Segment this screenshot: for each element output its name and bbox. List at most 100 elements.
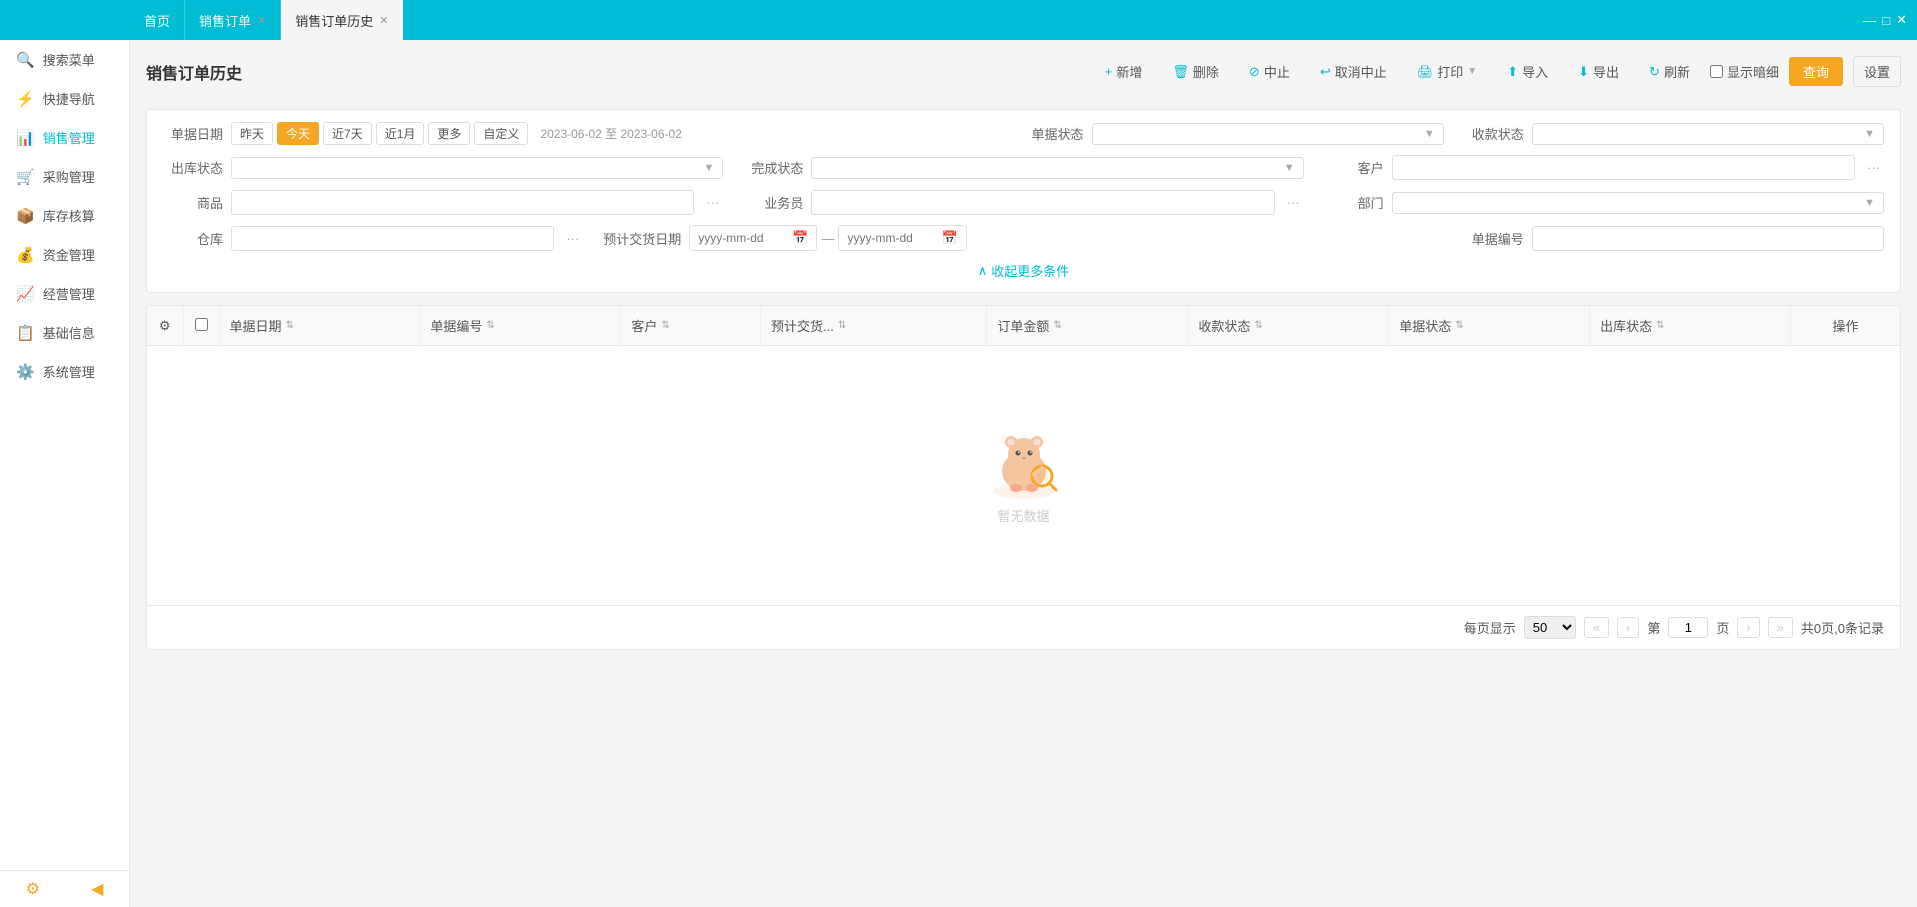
th-pay-status[interactable]: 收款状态 ⇅ xyxy=(1188,306,1389,346)
print-icon: 🖨 xyxy=(1417,64,1434,80)
delivery-date-group: 📅 — 📅 xyxy=(689,225,966,251)
order-status-label: 单据状态 xyxy=(1024,124,1084,143)
warehouse-input[interactable] xyxy=(231,226,554,251)
filter-area: 单据日期 昨天 今天 近7天 近1月 更多 自定义 2023-06-02 至 2… xyxy=(146,109,1901,293)
window-close-btn[interactable]: ✕ xyxy=(1896,12,1907,28)
delivery-date-to[interactable]: 📅 xyxy=(838,225,966,251)
last7-btn[interactable]: 近7天 xyxy=(323,122,372,145)
delete-button[interactable]: 🗑 删除 xyxy=(1162,57,1229,86)
sort-date-icon: ⇅ xyxy=(286,320,294,331)
delete-icon: 🗑 xyxy=(1172,64,1189,80)
quick-nav-icon: ⚡ xyxy=(16,90,35,108)
table-body: 暂无数据 xyxy=(147,346,1900,606)
filter-row-1: 单据日期 昨天 今天 近7天 近1月 更多 自定义 2023-06-02 至 2… xyxy=(163,122,1884,145)
sidebar-item-purchase[interactable]: 🛒 采购管理 xyxy=(0,157,129,196)
yesterday-btn[interactable]: 昨天 xyxy=(231,122,273,145)
collapse-btn[interactable]: ∧ 收起更多条件 xyxy=(163,261,1884,280)
sidebar-settings-btn[interactable]: ⚙ xyxy=(26,879,40,899)
order-number-input[interactable] xyxy=(1532,226,1884,251)
th-checkbox[interactable] xyxy=(183,306,219,346)
today-btn[interactable]: 今天 xyxy=(277,122,319,145)
more-btn[interactable]: 更多 xyxy=(428,122,470,145)
sidebar-item-operations[interactable]: 📈 经营管理 xyxy=(0,274,129,313)
settings-btn[interactable]: 设置 xyxy=(1853,56,1901,87)
sidebar-item-inventory[interactable]: 📦 库存核算 xyxy=(0,196,129,235)
last1m-btn[interactable]: 近1月 xyxy=(376,122,425,145)
delivery-label: 预计交货日期 xyxy=(603,229,681,248)
delivery-section: 预计交货日期 📅 — 📅 xyxy=(603,225,1444,251)
select-all-checkbox[interactable] xyxy=(195,318,208,331)
page-of-label: 页 xyxy=(1716,618,1729,637)
th-out-status[interactable]: 出库状态 ⇅ xyxy=(1590,306,1791,346)
th-number[interactable]: 单据编号 ⇅ xyxy=(420,306,621,346)
date-label: 单据日期 xyxy=(163,124,223,143)
delivery-date-from[interactable]: 📅 xyxy=(689,225,817,251)
salesperson-input[interactable] xyxy=(811,190,1274,215)
th-amount[interactable]: 订单金额 ⇅ xyxy=(987,306,1188,346)
import-button[interactable]: ⬆ 导入 xyxy=(1497,57,1558,86)
department-select[interactable]: ▼ xyxy=(1392,192,1884,214)
pay-status-select[interactable]: ▼ xyxy=(1532,123,1884,145)
sidebar-collapse-btn[interactable]: ◀ xyxy=(91,879,103,899)
last-page-btn[interactable]: » xyxy=(1768,617,1793,638)
goods-more-icon[interactable]: ··· xyxy=(702,195,723,210)
th-settings[interactable]: ⚙ xyxy=(147,306,183,346)
custom-btn[interactable]: 自定义 xyxy=(474,122,528,145)
out-status-section: 出库状态 ▼ xyxy=(163,157,723,179)
tab-home[interactable]: 首页 xyxy=(130,0,185,40)
th-delivery[interactable]: 预计交货... ⇅ xyxy=(761,306,987,346)
department-section: 部门 ▼ xyxy=(1324,192,1884,214)
order-status-section: 单据状态 ▼ xyxy=(1024,123,1444,145)
th-order-status[interactable]: 单据状态 ⇅ xyxy=(1389,306,1590,346)
print-button[interactable]: 🖨 打印 ▼ xyxy=(1407,57,1487,86)
export-icon: ⬇ xyxy=(1578,64,1589,80)
delivery-to-input[interactable] xyxy=(847,231,937,245)
stop-button[interactable]: ⊘ 中止 xyxy=(1239,57,1300,86)
minimize-btn[interactable]: — xyxy=(1863,13,1876,28)
close-tab-history-icon[interactable]: ✕ xyxy=(379,14,388,27)
sidebar-item-quicknav[interactable]: ⚡ 快捷导航 xyxy=(0,79,129,118)
salesperson-section: 业务员 ··· xyxy=(743,190,1303,215)
complete-status-select[interactable]: ▼ xyxy=(811,157,1303,179)
query-button[interactable]: 查询 xyxy=(1789,57,1843,86)
page-number-input[interactable] xyxy=(1668,617,1708,638)
tab-sales-order-history[interactable]: 销售订单历史 ✕ xyxy=(281,0,403,40)
th-date[interactable]: 单据日期 ⇅ xyxy=(219,306,420,346)
cancel-stop-button[interactable]: ↩ 取消中止 xyxy=(1310,57,1397,86)
empty-text: 暂无数据 xyxy=(997,506,1049,525)
basic-info-icon: 📋 xyxy=(16,324,35,342)
department-label: 部门 xyxy=(1324,193,1384,212)
export-button[interactable]: ⬇ 导出 xyxy=(1568,57,1629,86)
delivery-from-input[interactable] xyxy=(698,231,788,245)
sidebar-item-search[interactable]: 🔍 搜索菜单 xyxy=(0,40,129,79)
out-status-chevron-icon: ▼ xyxy=(703,162,714,174)
tab-sales-order[interactable]: 销售订单 ✕ xyxy=(185,0,281,40)
sidebar: 🔍 搜索菜单 ⚡ 快捷导航 📊 销售管理 🛒 采购管理 📦 库存核算 💰 资金管… xyxy=(0,40,130,907)
page-size-select[interactable]: 50 10 20 100 xyxy=(1524,616,1576,639)
th-customer[interactable]: 客户 ⇅ xyxy=(621,306,761,346)
close-tab-icon[interactable]: ✕ xyxy=(257,14,266,27)
customer-more-icon[interactable]: ··· xyxy=(1863,160,1884,175)
goods-input[interactable] xyxy=(231,190,694,215)
refresh-button[interactable]: ↻ 刷新 xyxy=(1639,57,1700,86)
salesperson-more-icon[interactable]: ··· xyxy=(1283,195,1304,210)
sidebar-item-capital[interactable]: 💰 资金管理 xyxy=(0,235,129,274)
new-button[interactable]: + 新增 xyxy=(1095,57,1153,86)
first-page-btn[interactable]: « xyxy=(1584,617,1609,638)
display-columns-checkbox[interactable]: 显示暗细 xyxy=(1710,62,1779,81)
filter-row-4: 仓库 ··· 预计交货日期 📅 — 📅 xyxy=(163,225,1884,251)
table-settings-icon[interactable]: ⚙ xyxy=(159,318,171,333)
order-status-select[interactable]: ▼ xyxy=(1092,123,1444,145)
next-page-btn[interactable]: › xyxy=(1737,617,1759,638)
sidebar-item-system[interactable]: ⚙️ 系统管理 xyxy=(0,352,129,391)
out-status-select[interactable]: ▼ xyxy=(231,157,723,179)
out-status-label: 出库状态 xyxy=(163,158,223,177)
sidebar-item-sales[interactable]: 📊 销售管理 xyxy=(0,118,129,157)
prev-page-btn[interactable]: ‹ xyxy=(1617,617,1639,638)
customer-input[interactable] xyxy=(1392,155,1855,180)
purchase-icon: 🛒 xyxy=(16,168,35,186)
maximize-btn[interactable]: □ xyxy=(1882,13,1890,28)
warehouse-more-icon[interactable]: ··· xyxy=(562,231,583,246)
sidebar-item-basic[interactable]: 📋 基础信息 xyxy=(0,313,129,352)
pay-status-section: 收款状态 ▼ xyxy=(1464,123,1884,145)
